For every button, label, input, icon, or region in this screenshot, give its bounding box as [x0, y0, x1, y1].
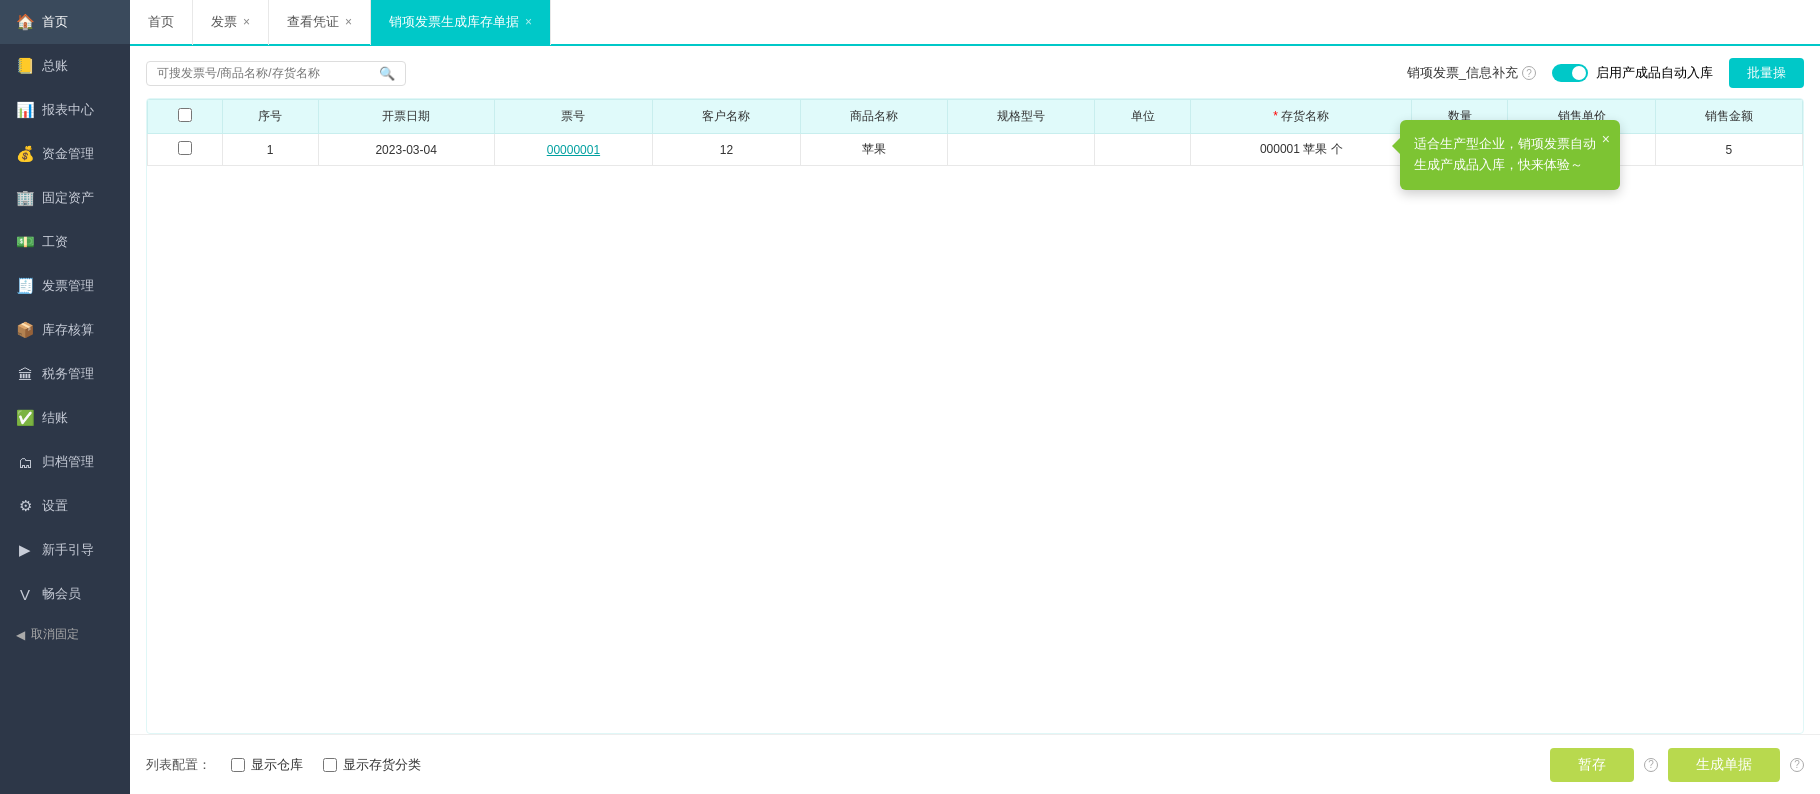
bottom-bar: 列表配置： 显示仓库 显示存货分类 暂存 ? 生成单据 ?: [130, 734, 1820, 794]
col-seq: 序号: [222, 100, 318, 134]
funds-icon: 💰: [16, 145, 34, 163]
generate-button[interactable]: 生成单据: [1668, 748, 1780, 782]
row-ticket-no[interactable]: 00000001: [494, 134, 653, 166]
ticket-link[interactable]: 00000001: [547, 143, 600, 157]
sidebar: 🏠 首页 📒 总账 📊 报表中心 💰 资金管理 🏢 固定资产 💵 工资 🧾 发票…: [0, 0, 130, 794]
tooltip-popup: × 适合生产型企业，销项发票自动生成产成品入库，快来体验～: [1400, 120, 1620, 190]
row-amount: 5: [1655, 134, 1802, 166]
sidebar-item-inventory[interactable]: 📦 库存核算: [0, 308, 130, 352]
sidebar-item-settings[interactable]: ⚙ 设置: [0, 484, 130, 528]
sidebar-item-tax[interactable]: 🏛 税务管理: [0, 352, 130, 396]
toggle-area: 启用产成品自动入库: [1552, 64, 1713, 82]
fixed-assets-icon: 🏢: [16, 189, 34, 207]
row-date: 2023-03-04: [318, 134, 494, 166]
inventory-icon: 📦: [16, 321, 34, 339]
sidebar-item-membership[interactable]: V 畅会员: [0, 572, 130, 616]
search-box[interactable]: 🔍: [146, 61, 406, 86]
row-spec: [947, 134, 1094, 166]
save-help-icon[interactable]: ?: [1644, 758, 1658, 772]
col-spec: 规格型号: [947, 100, 1094, 134]
tab-voucher-close[interactable]: ×: [345, 15, 352, 29]
tab-invoice-close[interactable]: ×: [243, 15, 250, 29]
sidebar-item-ledger[interactable]: 📒 总账: [0, 44, 130, 88]
invoice-icon: 🧾: [16, 277, 34, 295]
info-label: 销项发票_信息补充 ?: [1407, 64, 1536, 82]
sidebar-item-guide[interactable]: ▶ 新手引导: [0, 528, 130, 572]
list-config-label: 列表配置：: [146, 756, 211, 774]
row-unit: [1095, 134, 1191, 166]
tab-generate-inventory[interactable]: 销项发票生成库存单据 ×: [371, 0, 551, 45]
tooltip-arrow: [1392, 138, 1400, 154]
table-container: 序号 开票日期 票号 客户名称 商品名称 规格型号 单位 * 存货名称 数量 销…: [146, 98, 1804, 734]
row-customer: 12: [653, 134, 800, 166]
row-inventory: 000001 苹果 个: [1191, 134, 1412, 166]
guide-icon: ▶: [16, 541, 34, 559]
tab-voucher[interactable]: 查看凭证 ×: [269, 0, 371, 45]
tooltip-close-button[interactable]: ×: [1602, 128, 1610, 150]
settings-icon: ⚙: [16, 497, 34, 515]
select-all-checkbox[interactable]: [178, 108, 192, 122]
toolbar: 🔍 销项发票_信息补充 ? 启用产成品自动入库 批量操: [146, 58, 1804, 88]
sidebar-item-closing[interactable]: ✅ 结账: [0, 396, 130, 440]
col-customer: 客户名称: [653, 100, 800, 134]
closing-icon: ✅: [16, 409, 34, 427]
generate-help-icon[interactable]: ?: [1790, 758, 1804, 772]
tax-icon: 🏛: [16, 366, 34, 383]
sidebar-item-payroll[interactable]: 💵 工资: [0, 220, 130, 264]
payroll-icon: 💵: [16, 233, 34, 251]
search-input[interactable]: [157, 66, 373, 80]
save-button[interactable]: 暂存: [1550, 748, 1634, 782]
show-warehouse-checkbox[interactable]: [231, 758, 245, 772]
row-checkbox-cell: [148, 134, 223, 166]
tab-invoice[interactable]: 发票 ×: [193, 0, 269, 45]
membership-icon: V: [16, 586, 34, 603]
sidebar-item-fixed-assets[interactable]: 🏢 固定资产: [0, 176, 130, 220]
col-checkbox: [148, 100, 223, 134]
show-inventory-category-option: 显示存货分类: [323, 756, 421, 774]
sidebar-item-invoice-mgmt[interactable]: 🧾 发票管理: [0, 264, 130, 308]
sidebar-item-reports[interactable]: 📊 报表中心: [0, 88, 130, 132]
ledger-icon: 📒: [16, 57, 34, 75]
col-unit: 单位: [1095, 100, 1191, 134]
col-date: 开票日期: [318, 100, 494, 134]
sidebar-item-archive[interactable]: 🗂 归档管理: [0, 440, 130, 484]
row-goods: 苹果: [800, 134, 947, 166]
col-inventory: * 存货名称: [1191, 100, 1412, 134]
row-seq: 1: [222, 134, 318, 166]
sidebar-item-home[interactable]: 🏠 首页: [0, 0, 130, 44]
sidebar-item-funds[interactable]: 💰 资金管理: [0, 132, 130, 176]
col-ticket-no: 票号: [494, 100, 653, 134]
auto-stock-toggle[interactable]: [1552, 64, 1588, 82]
batch-button[interactable]: 批量操: [1729, 58, 1804, 88]
unpin-button[interactable]: ◀ 取消固定: [0, 616, 130, 653]
col-amount: 销售金额: [1655, 100, 1802, 134]
info-help-icon[interactable]: ?: [1522, 66, 1536, 80]
home-icon: 🏠: [16, 13, 34, 31]
reports-icon: 📊: [16, 101, 34, 119]
col-goods: 商品名称: [800, 100, 947, 134]
tab-generate-inventory-close[interactable]: ×: [525, 15, 532, 29]
tab-bar: 首页 发票 × 查看凭证 × 销项发票生成库存单据 ×: [130, 0, 1820, 46]
row-checkbox[interactable]: [178, 141, 192, 155]
bottom-right: 暂存 ? 生成单据 ?: [1550, 748, 1804, 782]
search-icon: 🔍: [379, 66, 395, 81]
pin-icon: ◀: [16, 628, 25, 642]
show-warehouse-option: 显示仓库: [231, 756, 303, 774]
archive-icon: 🗂: [16, 454, 34, 471]
tab-home[interactable]: 首页: [130, 0, 193, 45]
toolbar-right: 销项发票_信息补充 ? 启用产成品自动入库 批量操: [1407, 58, 1804, 88]
show-inventory-category-checkbox[interactable]: [323, 758, 337, 772]
